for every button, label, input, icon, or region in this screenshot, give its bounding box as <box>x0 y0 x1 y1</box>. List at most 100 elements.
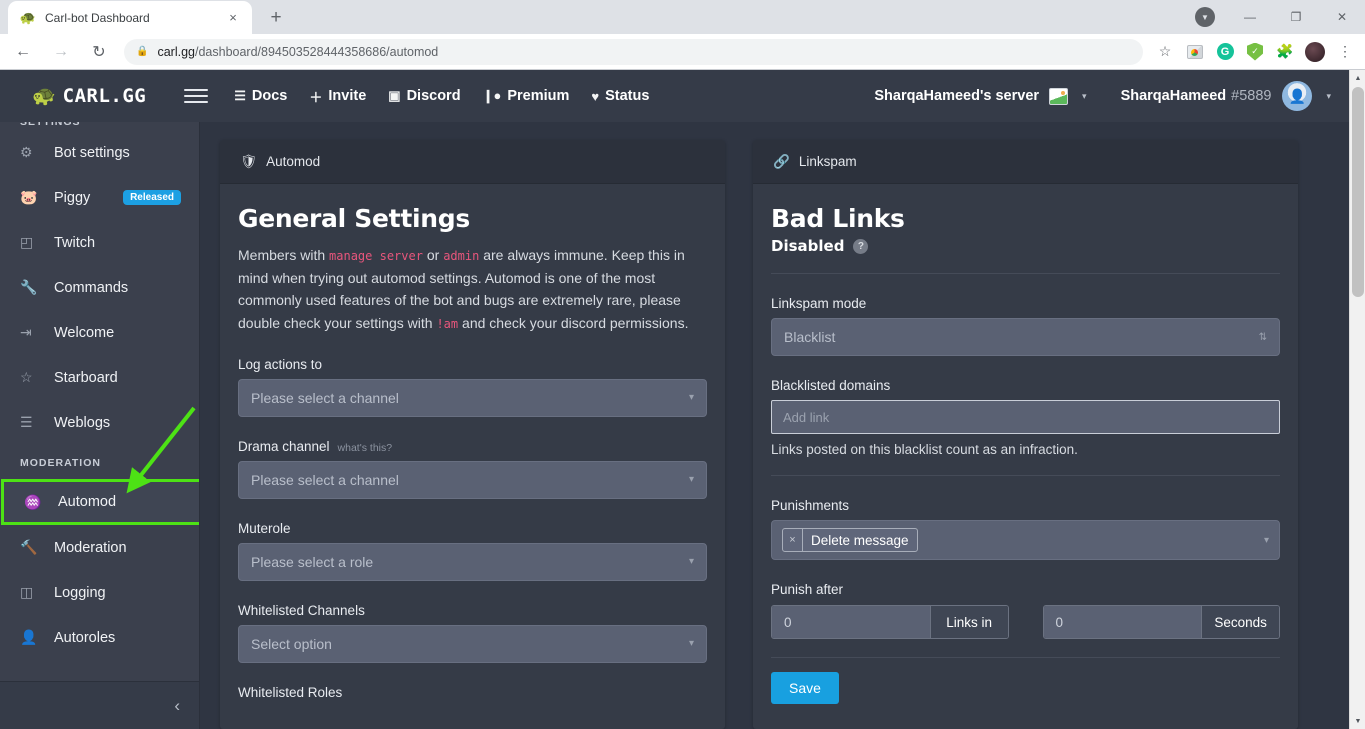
blacklisted-domains-input[interactable]: Add link <box>771 400 1280 434</box>
sidebar-item-welcome[interactable]: ⇥ Welcome <box>0 310 199 355</box>
nav-item-invite[interactable]: ＋ Invite <box>309 87 366 106</box>
grammarly-icon[interactable]: G <box>1211 38 1239 66</box>
chevron-down-icon: ▾ <box>688 474 694 486</box>
server-selector-label[interactable]: SharqaHameed's server <box>874 88 1039 104</box>
punishment-chip[interactable]: × Delete message <box>782 528 918 552</box>
sidebar-item-piggy[interactable]: 🐷 Piggy Released <box>0 175 199 220</box>
sidebar-item-commands[interactable]: 🔧 Commands <box>0 265 199 310</box>
sidebar-item-starboard[interactable]: ☆ Starboard <box>0 355 199 400</box>
automod-card-body: General Settings Members with manage ser… <box>220 184 725 700</box>
links-in-addon: Links in <box>929 606 1008 638</box>
lock-icon: 🔒 <box>136 46 149 57</box>
user-name: SharqaHameed <box>1120 88 1227 104</box>
muterole-select[interactable]: Please select a role ▾ <box>238 542 707 581</box>
linkspam-card: 🔗 Linkspam Bad Links Disabled ? Linkspam… <box>753 140 1298 729</box>
sidebar-item-label: Starboard <box>54 369 118 386</box>
discord-icon: ▣ <box>388 88 401 103</box>
sidebar-item-weblogs[interactable]: ☰ Weblogs <box>0 400 199 445</box>
seconds-input[interactable]: 0 <box>1043 606 1202 638</box>
chevron-down-icon[interactable]: ▾ <box>1264 535 1269 546</box>
automod-description: Members with manage server or admin are … <box>238 247 689 332</box>
navbar-right: SharqaHameed's server ▾ SharqaHameed #58… <box>874 81 1349 111</box>
scrollbar-thumb[interactable] <box>1352 87 1364 297</box>
whats-this-hint[interactable]: what's this? <box>338 442 393 454</box>
twitch-icon: ◰ <box>20 234 34 250</box>
select-value: Blacklist <box>784 329 836 345</box>
select-value: Please select a channel <box>251 389 399 406</box>
forward-icon[interactable]: → <box>46 37 76 67</box>
sidebar-item-logging[interactable]: ◫ Logging <box>0 570 199 615</box>
close-icon[interactable]: × <box>783 529 803 551</box>
nav-label: Discord <box>406 88 461 104</box>
page-scrollbar[interactable]: ▲ ▼ <box>1349 70 1365 729</box>
drama-channel-select[interactable]: Please select a channel ▾ <box>238 460 707 499</box>
sidebar-item-bot-settings[interactable]: ⚙ Bot settings <box>0 130 199 175</box>
close-window-button[interactable]: ✕ <box>1319 0 1365 34</box>
shield-icon: ♒ <box>24 493 42 510</box>
label-blacklisted-domains: Blacklisted domains <box>771 378 891 393</box>
web-store-icon[interactable] <box>1181 38 1209 66</box>
whitelisted-channels-select[interactable]: Select option ▾ <box>238 624 707 663</box>
sidebar-item-label: Welcome <box>54 324 115 341</box>
tab-title: Carl-bot Dashboard <box>45 10 150 25</box>
sidebar-item-label: Automod <box>58 494 117 510</box>
chevron-down-icon: ▾ <box>688 556 694 568</box>
close-icon[interactable]: × <box>224 9 242 27</box>
divider <box>771 273 1280 274</box>
maximize-button[interactable]: ❐ <box>1273 0 1319 34</box>
sidebar-item-twitch[interactable]: ◰ Twitch <box>0 220 199 265</box>
brand-name: CARL.GG <box>62 85 147 107</box>
update-icon[interactable]: ▼ <box>1195 7 1215 27</box>
user-chevron-down-icon[interactable]: ▾ <box>1326 91 1331 102</box>
sidebar-collapse-bar[interactable]: ‹ <box>0 681 199 729</box>
browser-tab[interactable]: 🐢 Carl-bot Dashboard × <box>8 1 252 34</box>
url-path: /dashboard/894503528444358686/automod <box>194 44 439 59</box>
user-avatar[interactable]: 👤 <box>1282 81 1313 111</box>
status-badge: Disabled <box>771 237 845 255</box>
help-icon[interactable]: ? <box>853 238 869 254</box>
label-whitelisted-roles: Whitelisted Roles <box>238 684 343 700</box>
punishments-multiselect[interactable]: × Delete message ▾ <box>771 520 1280 560</box>
automod-card-header: 🛡 Automod <box>220 140 725 184</box>
address-bar[interactable]: 🔒 carl.gg/dashboard/894503528444358686/a… <box>124 38 1143 65</box>
blacklist-helper-text: Links posted on this blacklist count as … <box>771 442 1078 457</box>
scroll-up-icon[interactable]: ▲ <box>1350 70 1365 86</box>
hamburger-icon[interactable] <box>184 89 209 103</box>
label-muterole: Muterole <box>238 520 291 536</box>
navbar-links: ☰ Docs ＋ Invite ▣ Discord ❙● Premium ♥ S… <box>234 87 649 106</box>
chevron-left-icon[interactable]: ‹ <box>174 696 180 716</box>
punish-after-group: 0 Links in 0 Seconds <box>771 605 1280 639</box>
links-count-input[interactable]: 0 <box>772 606 930 638</box>
chevron-down-icon[interactable]: ▾ <box>1082 91 1087 102</box>
browser-tab-bar: 🐢 Carl-bot Dashboard × + ▼ — ❐ ✕ <box>0 0 1365 34</box>
avatar[interactable] <box>1301 38 1329 66</box>
new-tab-button[interactable]: + <box>262 3 290 31</box>
sidebar-item-moderation[interactable]: 🔨 Moderation <box>0 525 199 570</box>
nav-label: Docs <box>251 88 288 104</box>
adblock-shield-icon[interactable]: ✓ <box>1241 38 1269 66</box>
nav-item-status[interactable]: ♥ Status <box>591 88 649 104</box>
sidebar-item-automod[interactable]: ♒ Automod <box>1 479 199 525</box>
automod-card: 🛡 Automod General Settings Members with … <box>220 140 725 729</box>
brand[interactable]: 🐢 CARL.GG <box>32 84 146 108</box>
reload-icon[interactable]: ↻ <box>84 37 114 67</box>
nav-item-premium[interactable]: ❙● Premium <box>483 88 570 104</box>
extensions-puzzle-icon[interactable]: 🧩 <box>1271 38 1299 66</box>
nav-item-discord[interactable]: ▣ Discord <box>388 88 460 104</box>
scroll-down-icon[interactable]: ▼ <box>1350 713 1365 729</box>
bookmark-star-icon[interactable]: ☆ <box>1151 38 1179 66</box>
save-button[interactable]: Save <box>771 672 839 704</box>
nav-item-docs[interactable]: ☰ Docs <box>234 88 287 104</box>
chrome-menu-icon[interactable]: ⋮ <box>1331 38 1359 66</box>
minimize-button[interactable]: — <box>1227 0 1273 34</box>
person-icon: 👤 <box>20 629 38 645</box>
linkspam-mode-select[interactable]: Blacklist ⇅ <box>771 318 1280 356</box>
app-root: 🐢 Carl-bot Dashboard × + ▼ — ❐ ✕ ← → ↻ 🔒… <box>0 0 1365 729</box>
page-viewport: 🐢 CARL.GG ☰ Docs ＋ Invite ▣ Discord ❙● P… <box>0 70 1349 729</box>
gear-icon: ⚙ <box>20 144 33 160</box>
sidebar-item-label: Weblogs <box>54 414 111 431</box>
enter-door-icon: ⇥ <box>20 324 32 340</box>
sidebar-item-autoroles[interactable]: 👤 Autoroles <box>0 615 199 660</box>
log-actions-to-select[interactable]: Please select a channel ▾ <box>238 378 707 417</box>
back-icon[interactable]: ← <box>8 37 38 67</box>
